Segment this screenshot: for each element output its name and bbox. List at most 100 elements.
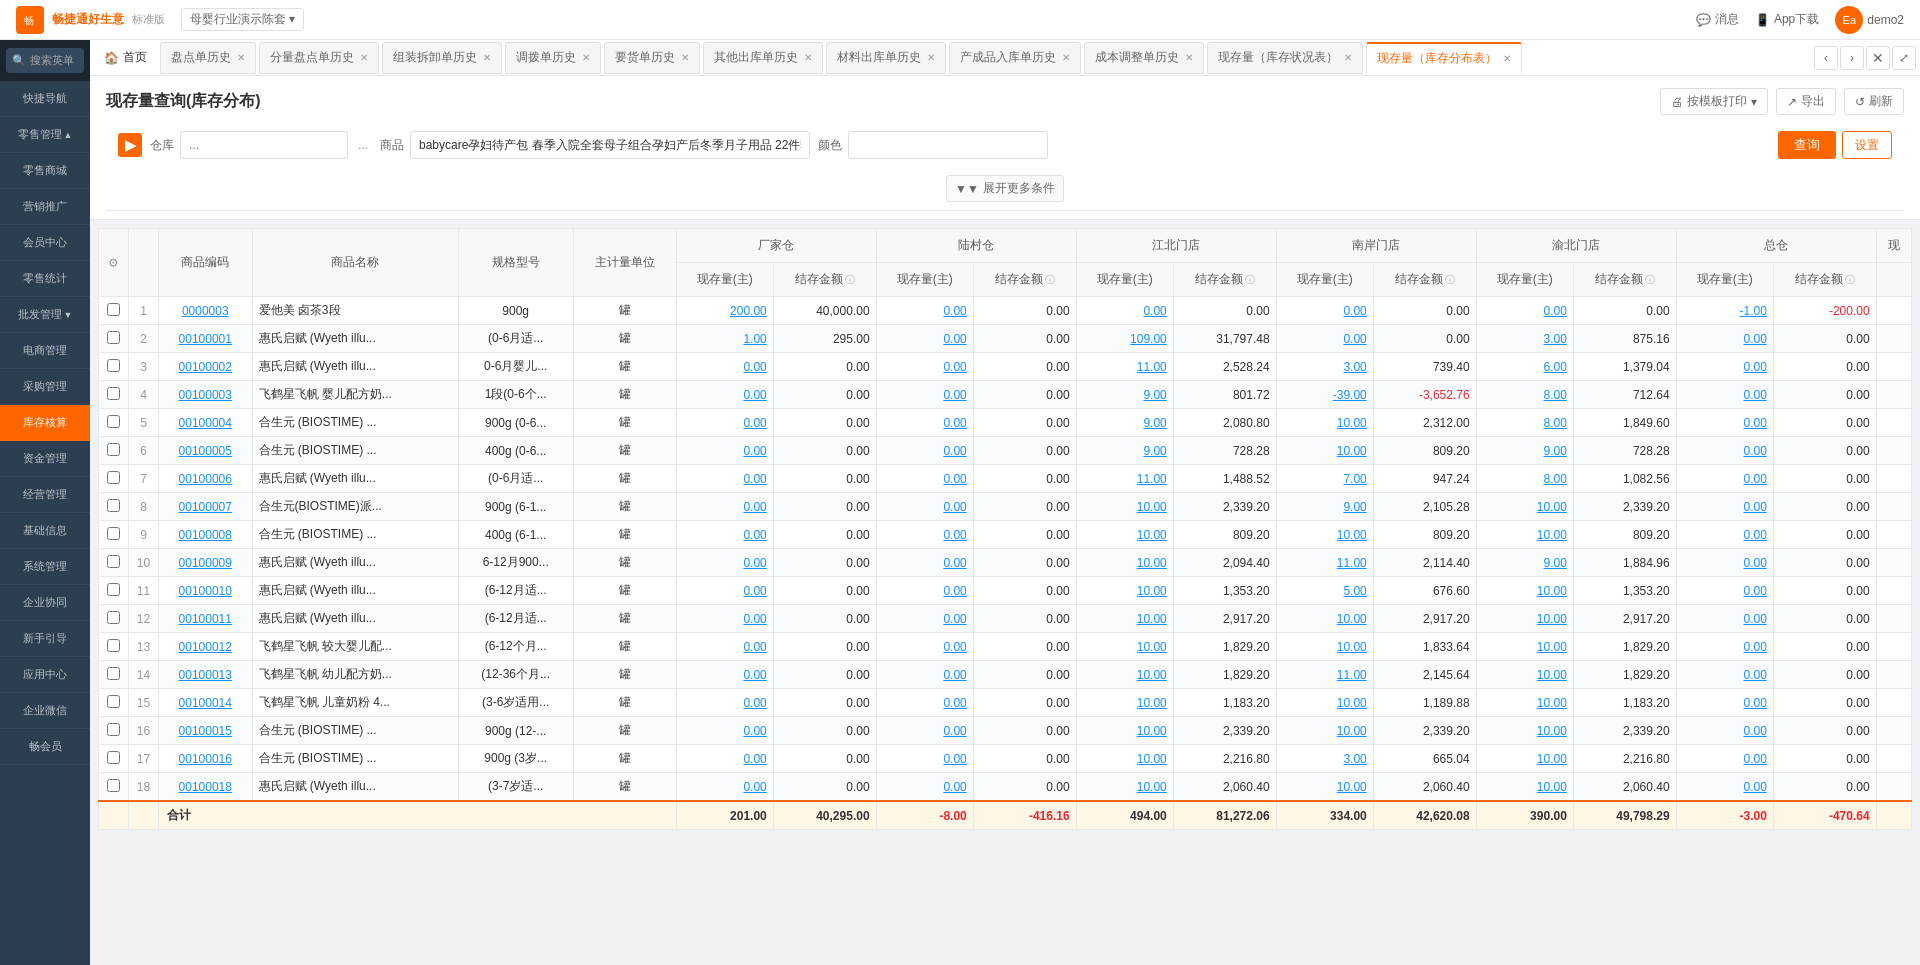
cell-jb-qty[interactable]: 10.00 — [1076, 773, 1173, 802]
info-icon-jb[interactable]: ⓘ — [1245, 274, 1255, 285]
message-btn[interactable]: 💬 消息 — [1696, 11, 1739, 28]
cell-na-qty[interactable]: 5.00 — [1276, 577, 1373, 605]
cell-na-qty[interactable]: 11.00 — [1276, 549, 1373, 577]
cell-total-qty[interactable]: 0.00 — [1676, 717, 1773, 745]
cell-jb-qty[interactable]: 0.00 — [1076, 297, 1173, 325]
cell-lc-qty[interactable]: 0.00 — [876, 773, 973, 802]
cell-code[interactable]: 00100013 — [159, 661, 253, 689]
cell-cj-qty[interactable]: 0.00 — [676, 633, 773, 661]
cell-jb-qty[interactable]: 11.00 — [1076, 353, 1173, 381]
cell-total-qty[interactable]: 0.00 — [1676, 493, 1773, 521]
cell-checkbox[interactable] — [99, 437, 129, 465]
cell-cj-qty[interactable]: 200.00 — [676, 297, 773, 325]
cell-yb-qty[interactable]: 8.00 — [1476, 381, 1573, 409]
cell-na-qty[interactable]: 11.00 — [1276, 661, 1373, 689]
cell-lc-qty[interactable]: 0.00 — [876, 493, 973, 521]
cell-lc-qty[interactable]: 0.00 — [876, 717, 973, 745]
cell-jb-qty[interactable]: 11.00 — [1076, 465, 1173, 493]
row-checkbox[interactable] — [107, 723, 120, 736]
tab-close-material-out[interactable]: ✕ — [927, 52, 935, 63]
cell-yb-qty[interactable]: 10.00 — [1476, 577, 1573, 605]
cell-code[interactable]: 00100018 — [159, 773, 253, 802]
color-input[interactable] — [848, 131, 1048, 159]
cell-yb-qty[interactable]: 10.00 — [1476, 773, 1573, 802]
tab-close-all-btn[interactable]: ✕ — [1866, 46, 1890, 70]
cell-checkbox[interactable] — [99, 465, 129, 493]
cell-code[interactable]: 00100003 — [159, 381, 253, 409]
tab-transfer[interactable]: 调拨单历史 ✕ — [505, 42, 601, 74]
cell-yb-qty[interactable]: 3.00 — [1476, 325, 1573, 353]
cell-checkbox[interactable] — [99, 605, 129, 633]
sidebar-item-corp[interactable]: 企业协同 — [0, 585, 90, 621]
cell-code[interactable]: 00100007 — [159, 493, 253, 521]
row-checkbox[interactable] — [107, 555, 120, 568]
cell-checkbox[interactable] — [99, 689, 129, 717]
info-icon-na[interactable]: ⓘ — [1445, 274, 1455, 285]
cell-checkbox[interactable] — [99, 717, 129, 745]
tab-material-out[interactable]: 材料出库单历史 ✕ — [826, 42, 946, 74]
cell-cj-qty[interactable]: 0.00 — [676, 381, 773, 409]
cell-yb-qty[interactable]: 10.00 — [1476, 493, 1573, 521]
cell-lc-qty[interactable]: 0.00 — [876, 325, 973, 353]
cell-jb-qty[interactable]: 10.00 — [1076, 549, 1173, 577]
row-checkbox[interactable] — [107, 415, 120, 428]
sidebar-item-retail-stat[interactable]: 零售统计 — [0, 261, 90, 297]
cell-total-qty[interactable]: 0.00 — [1676, 353, 1773, 381]
sidebar-item-member[interactable]: 会员中心 — [0, 225, 90, 261]
tab-close-product-in[interactable]: ✕ — [1062, 52, 1070, 63]
sidebar-item-newguide[interactable]: 新手引导 — [0, 621, 90, 657]
cell-code[interactable]: 0000003 — [159, 297, 253, 325]
cell-total-qty[interactable]: 0.00 — [1676, 661, 1773, 689]
cell-jb-qty[interactable]: 10.00 — [1076, 661, 1173, 689]
cell-cj-qty[interactable]: 0.00 — [676, 577, 773, 605]
cell-total-qty[interactable]: 0.00 — [1676, 409, 1773, 437]
cell-code[interactable]: 00100011 — [159, 605, 253, 633]
cell-na-qty[interactable]: 10.00 — [1276, 717, 1373, 745]
cell-na-qty[interactable]: 3.00 — [1276, 745, 1373, 773]
cell-total-qty[interactable]: 0.00 — [1676, 577, 1773, 605]
cell-code[interactable]: 00100004 — [159, 409, 253, 437]
cell-total-qty[interactable]: -1.00 — [1676, 297, 1773, 325]
info-icon-total[interactable]: ⓘ — [1845, 274, 1855, 285]
cell-na-qty[interactable]: 7.00 — [1276, 465, 1373, 493]
cell-lc-qty[interactable]: 0.00 — [876, 521, 973, 549]
cell-jb-qty[interactable]: 109.00 — [1076, 325, 1173, 353]
row-checkbox[interactable] — [107, 387, 120, 400]
cell-jb-qty[interactable]: 10.00 — [1076, 689, 1173, 717]
tab-close-combo-split[interactable]: ✕ — [483, 52, 491, 63]
tab-stock-dist[interactable]: 现存量（库存分布表） ✕ — [1366, 42, 1522, 74]
row-checkbox[interactable] — [107, 303, 120, 316]
row-checkbox[interactable] — [107, 583, 120, 596]
cell-yb-qty[interactable]: 10.00 — [1476, 717, 1573, 745]
cell-yb-qty[interactable]: 10.00 — [1476, 605, 1573, 633]
cell-jb-qty[interactable]: 9.00 — [1076, 437, 1173, 465]
cell-yb-qty[interactable]: 10.00 — [1476, 745, 1573, 773]
cell-code[interactable]: 00100016 — [159, 745, 253, 773]
row-checkbox[interactable] — [107, 611, 120, 624]
sidebar-item-marketing[interactable]: 营销推广 — [0, 189, 90, 225]
sidebar-item-operation[interactable]: 经营管理 — [0, 477, 90, 513]
cell-yb-qty[interactable]: 10.00 — [1476, 661, 1573, 689]
warehouse-dots[interactable]: ... — [354, 138, 372, 152]
cell-checkbox[interactable] — [99, 577, 129, 605]
info-icon-yb[interactable]: ⓘ — [1645, 274, 1655, 285]
cell-checkbox[interactable] — [99, 297, 129, 325]
setting-btn[interactable]: 设置 — [1842, 131, 1892, 159]
cell-code[interactable]: 00100012 — [159, 633, 253, 661]
tab-prev-btn[interactable]: ‹ — [1814, 46, 1838, 70]
cell-code[interactable]: 00100008 — [159, 521, 253, 549]
tab-expand-btn[interactable]: ⤢ — [1892, 46, 1916, 70]
sidebar-item-corpwx[interactable]: 企业微信 — [0, 693, 90, 729]
industry-selector[interactable]: 母婴行业演示陈套 ▾ — [181, 8, 304, 31]
cell-na-qty[interactable]: 10.00 — [1276, 633, 1373, 661]
cell-total-qty[interactable]: 0.00 — [1676, 605, 1773, 633]
cell-total-qty[interactable]: 0.00 — [1676, 325, 1773, 353]
cell-jb-qty[interactable]: 10.00 — [1076, 717, 1173, 745]
cell-na-qty[interactable]: 3.00 — [1276, 353, 1373, 381]
cell-jb-qty[interactable]: 10.00 — [1076, 577, 1173, 605]
cell-code[interactable]: 00100014 — [159, 689, 253, 717]
cell-cj-qty[interactable]: 0.00 — [676, 745, 773, 773]
cell-jb-qty[interactable]: 10.00 — [1076, 633, 1173, 661]
cell-checkbox[interactable] — [99, 353, 129, 381]
cell-lc-qty[interactable]: 0.00 — [876, 745, 973, 773]
